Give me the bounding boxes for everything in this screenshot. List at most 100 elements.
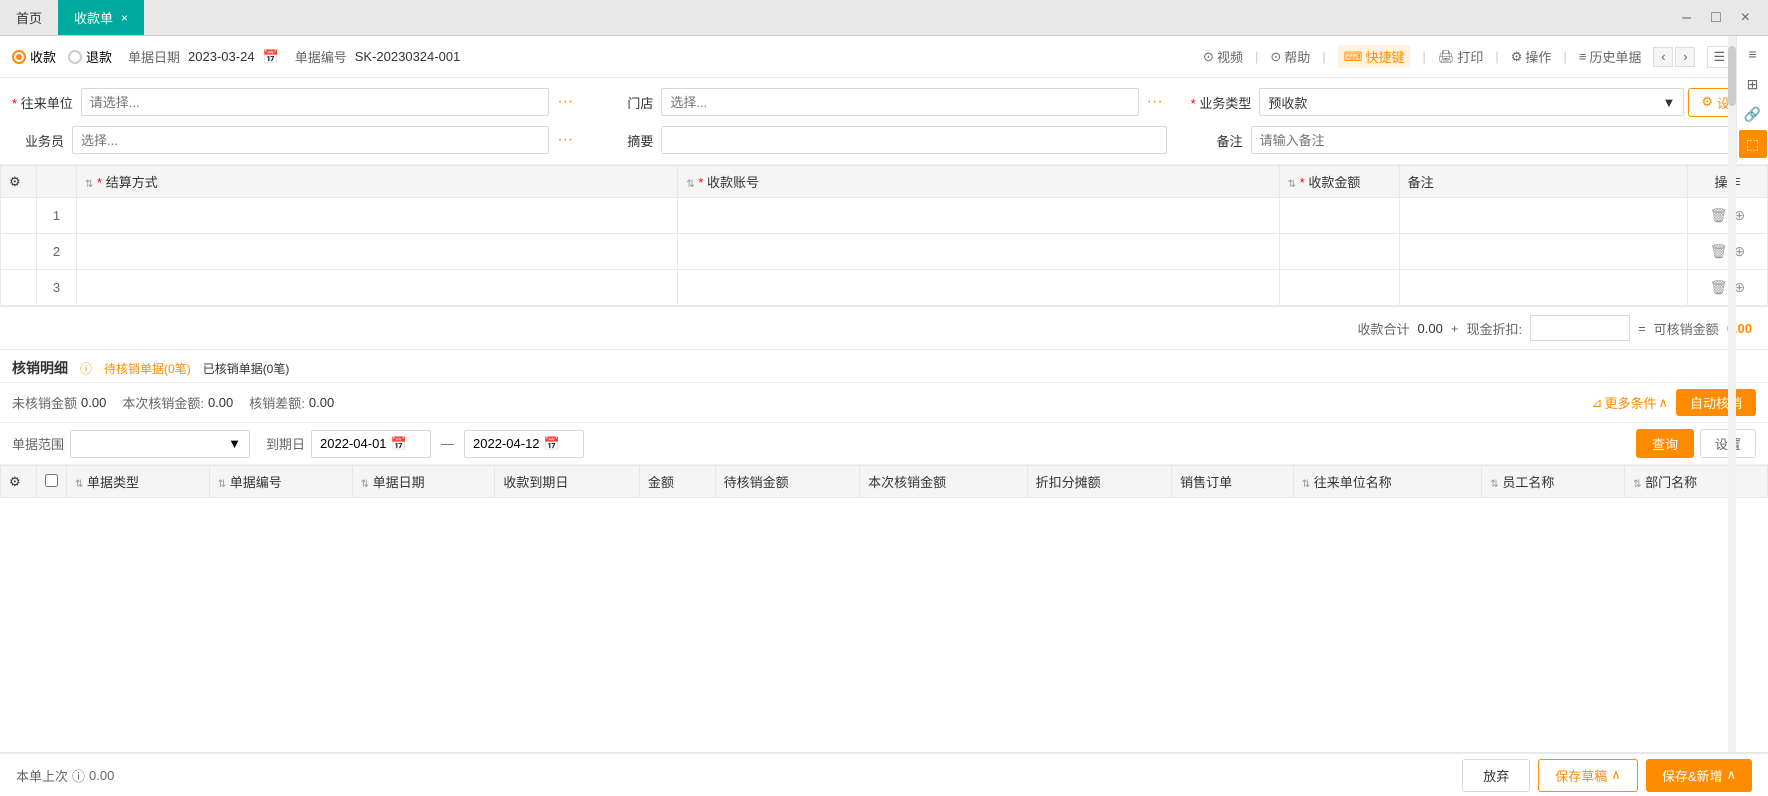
video-btn[interactable]: ⊙ 视频 [1203,47,1243,66]
form-row-1: * 往来单位 ··· 门店 ··· * 业务类型 [12,86,1756,118]
filter-range-select[interactable]: ▼ [70,430,250,458]
bt-doc-date-col: ⇅ 单据日期 [352,466,495,498]
table-row: 1 🗑 ⊕ [1,198,1768,234]
chevron-down-icon2: ▼ [228,436,241,451]
sidebar-icon-3[interactable]: 🔗 [1739,100,1767,128]
bottom-table: ⚙ ⇅ 单据类型 ⇅ 单据编号 ⇅ [0,465,1768,498]
plus-sign: + [1451,321,1459,336]
staff-more-btn[interactable]: ··· [553,132,577,148]
bt-settings-col[interactable]: ⚙ [1,466,37,498]
store-input[interactable] [661,88,1138,116]
equals-sign: = [1638,321,1646,336]
right-sidebar: ≡ ⊞ 🔗 ⬚ [1736,36,1768,162]
sidebar-icon-1[interactable]: ≡ [1739,40,1767,68]
help-icon: ⊙ [1270,49,1281,65]
cell-account-1[interactable] [678,198,1279,234]
footer-bar: 本单上次 ⓘ 0.00 放弃 保存草稿 ∧ 保存&新增 ∧ [0,752,1768,796]
counterpart-input[interactable] [81,88,550,116]
writeoff-stats: 未核销金额 0.00 本次核销金额: 0.00 核销差额: 0.00 ⊿ 更多条… [0,383,1768,423]
save-new-btn[interactable]: 保存&新增 ∧ [1646,759,1752,792]
footer-left: 本单上次 ⓘ 0.00 [16,766,114,785]
cell-settlement-1[interactable] [77,198,678,234]
diff-value: 0.00 [309,395,334,410]
bt-amount-col: 金额 [639,466,715,498]
row-num-1: 1 [37,198,77,234]
cell-account-2[interactable] [678,234,1279,270]
abandon-btn[interactable]: 放弃 [1462,759,1530,792]
tab-receipt[interactable]: 收款单 × [58,0,144,35]
close-button[interactable]: × [1735,7,1756,29]
maximize-button[interactable]: □ [1705,7,1727,29]
cell-remark-2[interactable] [1399,234,1687,270]
biz-type-value: 预收款 [1268,93,1307,112]
diff-stat: 核销差额: 0.00 [249,393,334,412]
cell-amount-1[interactable] [1279,198,1399,234]
info-icon[interactable]: ⓘ [80,360,92,377]
remark-label: 备注 [1191,131,1247,150]
radio-refund[interactable]: 退款 [68,47,112,66]
cell-amount-2[interactable] [1279,234,1399,270]
scrollbar-thumb[interactable] [1728,46,1736,106]
minimize-button[interactable]: – [1676,7,1697,29]
sep5: | [1563,49,1566,64]
nav-prev[interactable]: ‹ [1653,47,1673,67]
radio-receipt-circle [12,50,26,64]
history-btn[interactable]: ≡ 历史单据 [1579,47,1642,66]
cell-remark-3[interactable] [1399,270,1687,306]
doc-no-value: SK-20230324-001 [355,49,461,64]
action-btn[interactable]: ⚙ 操作 [1511,47,1552,66]
filter-date-to[interactable]: 2022-04-12 📅 [464,430,584,458]
more-conditions-btn[interactable]: ⊿ 更多条件 ∧ [1592,393,1668,412]
cell-account-3[interactable] [678,270,1279,306]
calendar-icon[interactable]: 📅 [263,49,279,65]
remark-input[interactable] [1251,126,1756,154]
delete-icon-2[interactable]: 🗑 [1710,243,1728,260]
summary-input[interactable] [661,126,1166,154]
tab-close-icon[interactable]: × [121,11,128,25]
action-label: 操作 [1525,47,1551,66]
cell-amount-3[interactable] [1279,270,1399,306]
store-more-btn[interactable]: ··· [1143,94,1167,110]
biz-type-select[interactable]: 预收款 ▼ [1259,88,1684,116]
window-controls: – □ × [1676,7,1768,29]
chevron-up-icon2: ∧ [1611,767,1621,783]
select-all-checkbox[interactable] [45,474,58,487]
cell-settlement-2[interactable] [77,234,678,270]
auto-writeoff-btn[interactable]: 自动核销 [1676,389,1756,416]
sidebar-icon-2[interactable]: ⊞ [1739,70,1767,98]
delete-icon-3[interactable]: 🗑 [1710,279,1728,296]
filter-range-field: 单据范围 ▼ [12,430,250,458]
discount-input[interactable] [1530,315,1630,341]
calendar-to-icon: 📅 [544,436,560,452]
save-draft-btn[interactable]: 保存草稿 ∧ [1538,759,1638,792]
bt-pending-col: 待核销金额 [715,466,860,498]
shortcut-btn[interactable]: ⌨ 快捷键 [1338,45,1411,68]
bt-checkbox-col[interactable] [37,466,67,498]
this-time-label: 本次核销金额: [122,393,204,412]
tab-pending[interactable]: 待核销单据(0笔) [104,360,191,377]
chevron-up-icon: ∧ [1658,395,1668,411]
filter-date-from[interactable]: 2022-04-01 📅 [311,430,431,458]
radio-receipt[interactable]: 收款 [12,47,56,66]
help-btn[interactable]: ⊙ 帮助 [1270,47,1310,66]
nav-next[interactable]: › [1675,47,1695,67]
filter-due-field: 到期日 2022-04-01 📅 — 2022-04-12 📅 [266,430,584,458]
delete-icon-1[interactable]: 🗑 [1710,207,1728,224]
counterpart-more-btn[interactable]: ··· [553,94,577,110]
query-btn[interactable]: 查询 [1636,429,1694,458]
date-to-value: 2022-04-12 [473,436,540,451]
table-settings-col[interactable]: ⚙ [1,166,37,198]
sidebar-icon-4[interactable]: ⬚ [1739,130,1767,158]
cell-settlement-3[interactable] [77,270,678,306]
video-label: 视频 [1217,47,1243,66]
required-star: * [12,96,17,111]
tab-done[interactable]: 已核销单据(0笔) [203,360,290,377]
doc-info: 单据日期 2023-03-24 📅 [128,47,279,66]
tab-home[interactable]: 首页 [0,0,58,35]
staff-input[interactable] [72,126,549,154]
print-btn[interactable]: 🖨 打印 [1438,47,1484,66]
toolbar-right: ⊙ 视频 | ⊙ 帮助 | ⌨ 快捷键 | 🖨 打印 | ⚙ 操作 [1203,45,1756,68]
cell-remark-1[interactable] [1399,198,1687,234]
biz-type-field: * 业务类型 预收款 ▼ ⚙ 设置 [1191,88,1756,117]
row-settings-cell-3 [1,270,37,306]
